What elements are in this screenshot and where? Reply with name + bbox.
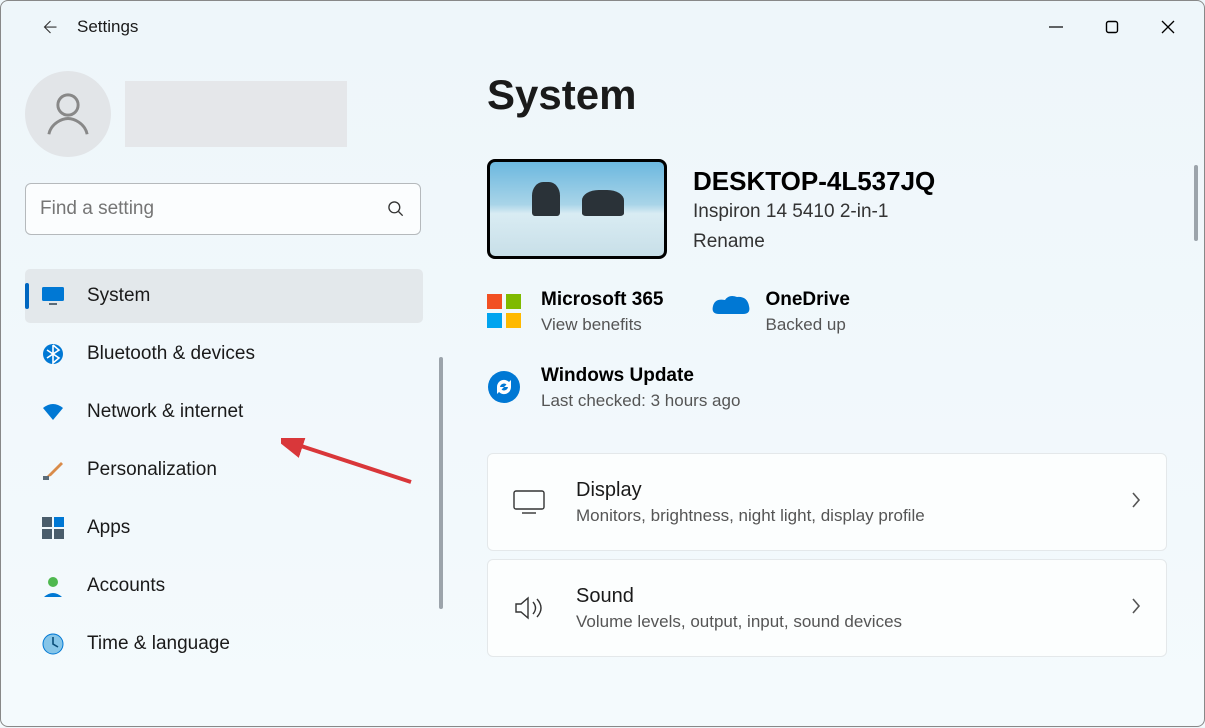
chevron-right-icon	[1130, 597, 1142, 620]
services-row-2: Windows Update Last checked: 3 hours ago	[487, 365, 1168, 411]
profile-block[interactable]	[25, 71, 417, 157]
nav-label: Bluetooth & devices	[87, 343, 255, 365]
window-controls	[1028, 7, 1196, 47]
nav-label: Network & internet	[87, 401, 243, 423]
nav-list: System Bluetooth & devices Network & int…	[25, 269, 423, 671]
back-button[interactable]	[29, 7, 69, 47]
title-bar: Settings	[1, 1, 1204, 53]
paintbrush-icon	[41, 458, 65, 482]
onedrive-tile[interactable]: OneDrive Backed up	[711, 289, 849, 335]
card-sub: Volume levels, output, input, sound devi…	[576, 612, 902, 632]
desktop-wallpaper-thumb[interactable]	[487, 159, 667, 259]
sidebar: System Bluetooth & devices Network & int…	[1, 53, 441, 728]
sidebar-item-personalization[interactable]: Personalization	[25, 443, 423, 497]
app-title: Settings	[77, 17, 138, 37]
minimize-icon	[1049, 20, 1063, 34]
apps-icon	[41, 516, 65, 540]
accounts-icon	[41, 574, 65, 598]
service-title: Windows Update	[541, 365, 740, 387]
wifi-icon	[41, 400, 65, 424]
service-sub: View benefits	[541, 315, 663, 335]
service-sub: Last checked: 3 hours ago	[541, 391, 740, 411]
display-card[interactable]: Display Monitors, brightness, night ligh…	[487, 453, 1167, 551]
person-icon	[41, 87, 95, 141]
windows-update-tile[interactable]: Windows Update Last checked: 3 hours ago	[487, 365, 740, 411]
main-pane: System DESKTOP-4L537JQ Inspiron 14 5410 …	[441, 53, 1204, 728]
user-name-redacted	[125, 81, 347, 147]
microsoft-logo-icon	[487, 294, 523, 330]
sidebar-item-time-language[interactable]: Time & language	[25, 617, 423, 671]
search-box[interactable]	[25, 183, 421, 235]
maximize-icon	[1105, 20, 1119, 34]
card-title: Display	[576, 479, 925, 502]
sidebar-item-system[interactable]: System	[25, 269, 423, 323]
sidebar-item-network[interactable]: Network & internet	[25, 385, 423, 439]
onedrive-icon	[711, 294, 747, 330]
card-title: Sound	[576, 585, 902, 608]
sound-icon	[512, 591, 546, 625]
pc-name: DESKTOP-4L537JQ	[693, 166, 935, 197]
search-input[interactable]	[40, 198, 386, 220]
pc-model: Inspiron 14 5410 2-in-1	[693, 201, 935, 223]
microsoft365-tile[interactable]: Microsoft 365 View benefits	[487, 289, 663, 335]
bluetooth-icon	[41, 342, 65, 366]
sidebar-item-bluetooth[interactable]: Bluetooth & devices	[25, 327, 423, 381]
service-title: Microsoft 365	[541, 289, 663, 311]
pc-info-block: DESKTOP-4L537JQ Inspiron 14 5410 2-in-1 …	[487, 159, 1168, 259]
close-icon	[1161, 20, 1175, 34]
system-icon	[41, 284, 65, 308]
update-icon	[487, 370, 523, 406]
services-row: Microsoft 365 View benefits OneDrive Bac…	[487, 289, 1168, 335]
main-scrollbar[interactable]	[1194, 165, 1198, 241]
sidebar-item-accounts[interactable]: Accounts	[25, 559, 423, 613]
nav-label: Time & language	[87, 633, 230, 655]
nav-label: Personalization	[87, 459, 217, 481]
maximize-button[interactable]	[1084, 7, 1140, 47]
avatar	[25, 71, 111, 157]
service-sub: Backed up	[765, 315, 849, 335]
nav-label: System	[87, 285, 150, 307]
close-button[interactable]	[1140, 7, 1196, 47]
search-icon	[386, 199, 406, 219]
back-arrow-icon	[40, 18, 58, 36]
sidebar-item-apps[interactable]: Apps	[25, 501, 423, 555]
page-title: System	[487, 71, 1168, 119]
minimize-button[interactable]	[1028, 7, 1084, 47]
sound-card[interactable]: Sound Volume levels, output, input, soun…	[487, 559, 1167, 657]
display-icon	[512, 485, 546, 519]
chevron-right-icon	[1130, 491, 1142, 514]
nav-label: Apps	[87, 517, 130, 539]
nav-label: Accounts	[87, 575, 165, 597]
rename-link[interactable]: Rename	[693, 231, 935, 253]
settings-cards: Display Monitors, brightness, night ligh…	[487, 453, 1168, 657]
card-sub: Monitors, brightness, night light, displ…	[576, 506, 925, 526]
service-title: OneDrive	[765, 289, 849, 311]
clock-globe-icon	[41, 632, 65, 656]
